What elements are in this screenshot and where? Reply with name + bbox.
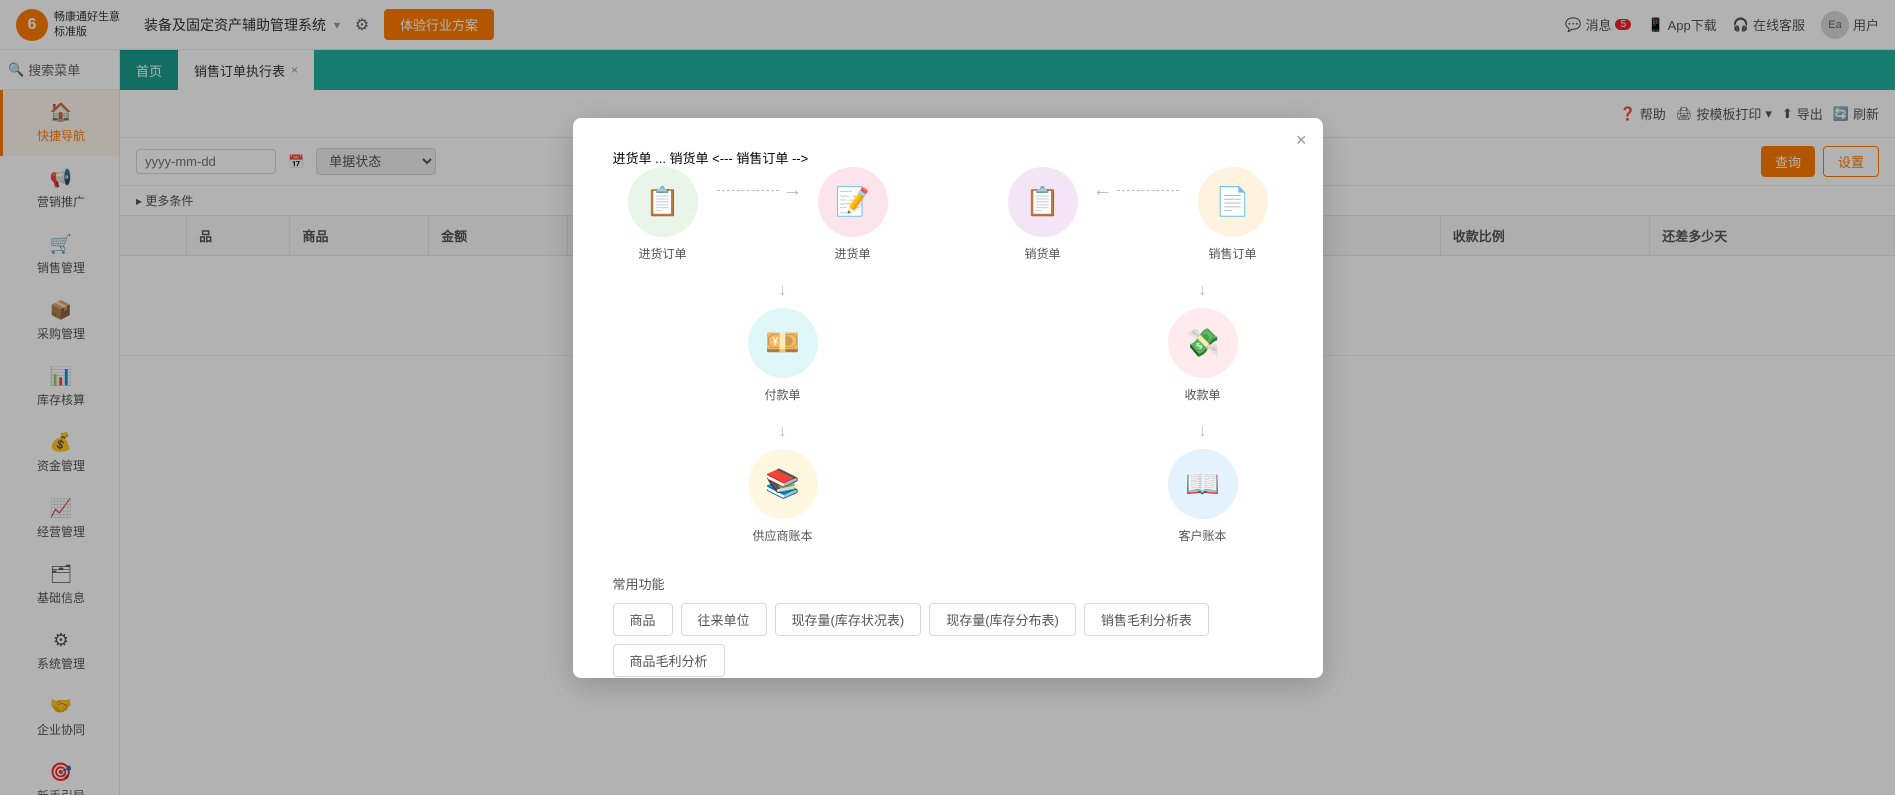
payment-circle[interactable]: 💴 <box>748 308 818 378</box>
flow-node-payment: 💴 付款单 <box>733 308 833 403</box>
flow-node-sales-bill: 📋 销货单 <box>993 167 1093 262</box>
func-btn-stock-status[interactable]: 现存量(库存状况表) <box>775 603 922 636</box>
flow-row-middle: ↓ 💴 付款单 ↓ � <box>613 282 1283 403</box>
common-functions: 常用功能 商品 往来单位 现存量(库存状况表) 现存量(库存分布表) 销售毛利分… <box>613 574 1283 678</box>
purchase-order-label: 进货订单 <box>638 245 686 262</box>
modal-close-button[interactable]: × <box>1296 130 1307 151</box>
flow-row-bottom: ↓ 📚 供应商账本 ↓ <box>613 423 1283 544</box>
sales-bill-circle[interactable]: 📋 <box>1008 167 1078 237</box>
flow-node-customer-ledger: 📖 客户账本 <box>1153 449 1253 544</box>
arrow-down-payment: ↓ <box>779 282 787 300</box>
func-btn-partners[interactable]: 往来单位 <box>681 603 767 636</box>
receipt-circle[interactable]: 💸 <box>1168 308 1238 378</box>
modal-body: 进货单 ... 销货单 <--- 销售订单 --> 📋 进货订单 → <box>573 118 1323 678</box>
func-btn-goods-margin[interactable]: 商品毛利分析 <box>613 644 725 677</box>
supplier-ledger-label: 供应商账本 <box>752 527 812 544</box>
modal-overlay[interactable]: × 进货单 ... 销货单 <--- 销售订单 --> 📋 进货订单 <box>0 0 1895 795</box>
purchase-bill-circle[interactable]: 📝 <box>818 167 888 237</box>
flow-node-purchase-bill: 📝 进货单 <box>803 167 903 262</box>
purchase-order-circle[interactable]: 📋 <box>628 167 698 237</box>
func-btn-goods[interactable]: 商品 <box>613 603 673 636</box>
flow-node-sales-order: 📄 销售订单 <box>1183 167 1283 262</box>
arrow-sales-order-to-bill: ← <box>1093 179 1183 250</box>
flow-row-top: 📋 进货订单 → 📝 进货单 <box>613 167 1283 262</box>
flow-col-supplier: ↓ 📚 供应商账本 <box>733 423 833 544</box>
arrow-down-receipt: ↓ <box>1199 282 1207 300</box>
arrow-down-customer: ↓ <box>1199 423 1207 441</box>
flow-node-receipt: 💸 收款单 <box>1153 308 1253 403</box>
customer-ledger-label: 客户账本 <box>1178 527 1226 544</box>
customer-ledger-circle[interactable]: 📖 <box>1168 449 1238 519</box>
modal: × 进货单 ... 销货单 <--- 销售订单 --> 📋 进货订单 <box>573 118 1323 678</box>
sales-order-label: 销售订单 <box>1208 245 1256 262</box>
func-btn-sales-margin[interactable]: 销售毛利分析表 <box>1084 603 1209 636</box>
common-functions-title: 常用功能 <box>613 574 1283 593</box>
receipt-label: 收款单 <box>1184 386 1220 403</box>
arrow-down-supplier: ↓ <box>779 423 787 441</box>
payment-label: 付款单 <box>764 386 800 403</box>
flow-diagram: 进货单 ... 销货单 <--- 销售订单 --> 📋 进货订单 → <box>613 148 1283 564</box>
func-btn-stock-dist[interactable]: 现存量(库存分布表) <box>929 603 1076 636</box>
func-buttons-row1: 商品 往来单位 现存量(库存状况表) 现存量(库存分布表) 销售毛利分析表 商品… <box>613 603 1283 677</box>
flow-col-receipt: ↓ 💸 收款单 <box>1153 282 1253 403</box>
sales-order-circle[interactable]: 📄 <box>1198 167 1268 237</box>
purchase-bill-label: 进货单 <box>834 245 870 262</box>
supplier-ledger-circle[interactable]: 📚 <box>748 449 818 519</box>
flow-node-purchase-order: 📋 进货订单 <box>613 167 713 262</box>
sales-bill-label: 销货单 <box>1024 245 1060 262</box>
flow-node-supplier-ledger: 📚 供应商账本 <box>733 449 833 544</box>
arrow-purchase-to-bill: → <box>713 179 803 250</box>
flow-col-payment: ↓ 💴 付款单 <box>733 282 833 403</box>
flow-col-customer: ↓ 📖 客户账本 <box>1153 423 1253 544</box>
